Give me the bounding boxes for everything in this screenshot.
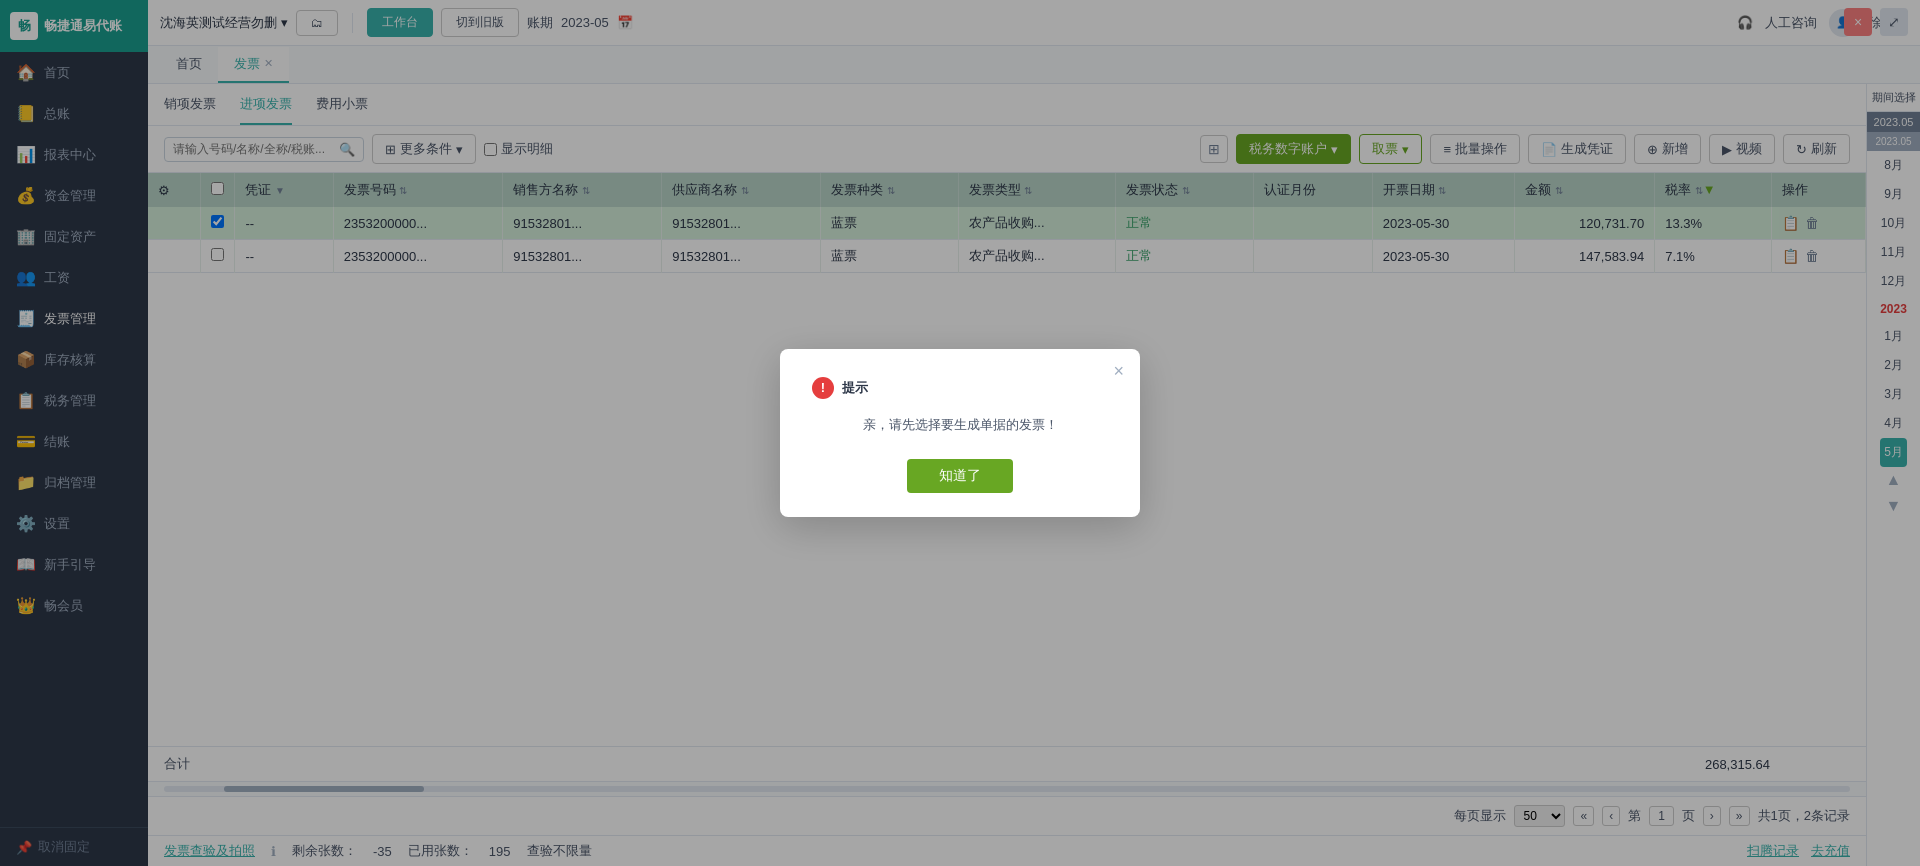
modal-close-btn[interactable]: × — [1113, 361, 1124, 382]
modal-footer: 知道了 — [812, 459, 1108, 493]
modal-overlay: × ! 提示 亲，请先选择要生成单据的发票！ 知道了 — [0, 0, 1920, 866]
modal-title: ! 提示 — [812, 377, 1108, 399]
modal-confirm-btn[interactable]: 知道了 — [907, 459, 1013, 493]
alert-modal: × ! 提示 亲，请先选择要生成单据的发票！ 知道了 — [780, 349, 1140, 518]
modal-message: 亲，请先选择要生成单据的发票！ — [812, 415, 1108, 436]
warning-icon: ! — [812, 377, 834, 399]
